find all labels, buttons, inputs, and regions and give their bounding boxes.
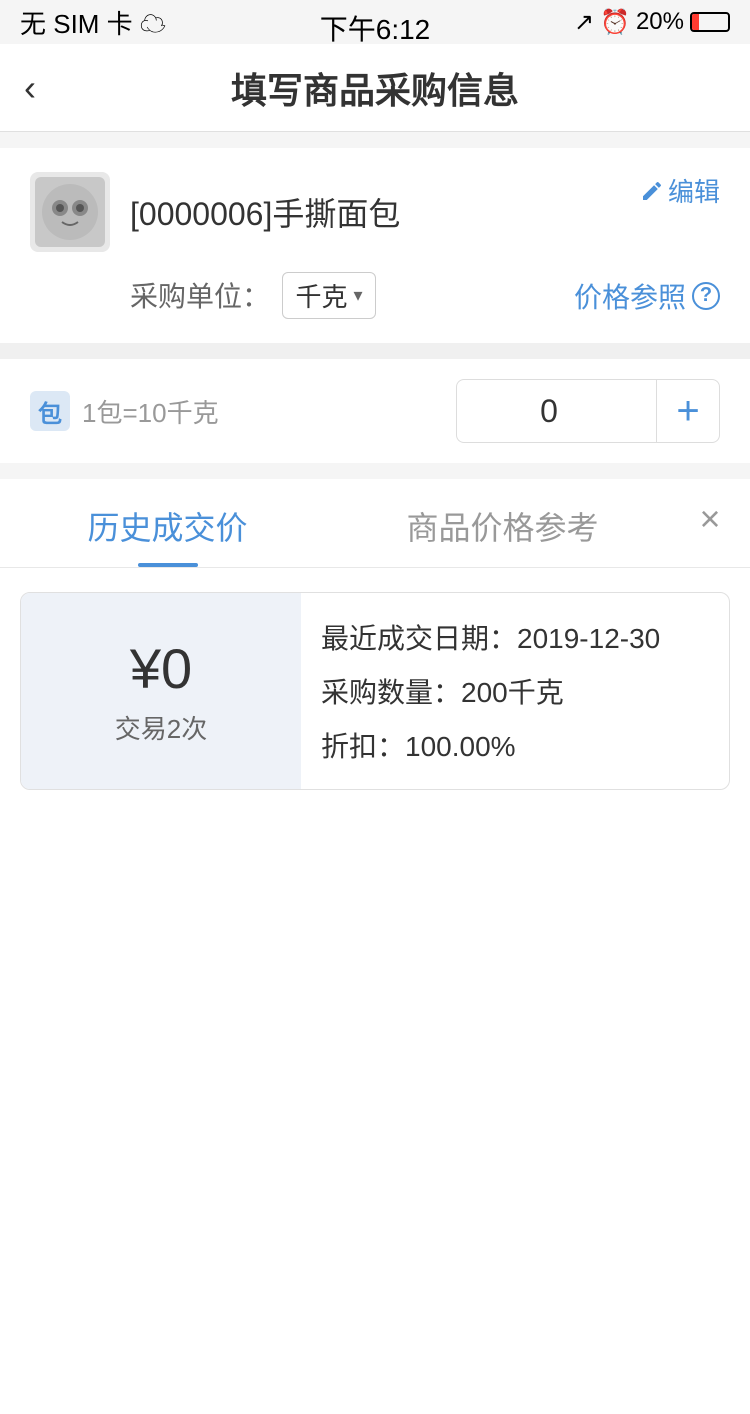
battery-percent: 20% [636,8,684,36]
product-card: [0000006]手撕面包 编辑 采购单位： 千克 ▾ 价格参照 ? [0,148,750,343]
unit-value: 千克 [295,277,347,314]
quantity-row: 包 1包=10千克 + [0,359,750,463]
status-bar: 无 SIM 卡 ☁ 下午6:12 ↗ ⏰ 20% [0,0,750,44]
battery-indicator [690,12,730,32]
quantity-unit: 包 1包=10千克 [30,391,219,431]
price-display: ¥0 [130,636,192,701]
price-ref-help-icon: ? [692,282,720,310]
quantity-input-wrap: + [456,379,720,443]
nav-bar: ‹ 填写商品采购信息 [0,44,750,132]
discount-value: 100.00% [405,731,516,762]
quantity-plus-button[interactable]: + [656,379,720,443]
unit-conversion: 1包=10千克 [82,393,219,430]
unit-dropdown-arrow: ▾ [353,285,362,306]
discount-row: 折扣：100.00% [321,725,709,765]
status-right: ↗ ⏰ 20% [574,8,730,37]
unit-label: 采购单位： [130,281,270,312]
price-currency: ¥ [130,637,161,700]
price-ref-label: 价格参照 [574,276,686,316]
history-content: ¥0 交易2次 最近成交日期：2019-12-30 采购数量：200千克 折扣：… [0,568,750,814]
edit-label: 编辑 [668,172,720,209]
tabs-header: 历史成交价 商品价格参考 × [0,479,750,568]
unit-box-icon: 包 [30,391,70,431]
quantity-row-detail: 采购数量：200千克 [321,671,709,711]
status-time: 下午6:12 [320,8,431,48]
product-unit-row: 采购单位： 千克 ▾ 价格参照 ? [130,272,720,319]
price-card: ¥0 交易2次 最近成交日期：2019-12-30 采购数量：200千克 折扣：… [20,592,730,790]
quantity-detail-label: 采购数量： [321,677,461,708]
back-button[interactable]: ‹ [24,67,36,109]
bottom-space [0,814,750,1414]
price-times: 交易2次 [115,709,207,746]
recent-date-value: 2019-12-30 [517,623,660,654]
unit-selector[interactable]: 千克 ▾ [282,272,375,319]
divider [0,343,750,359]
unit-section: 采购单位： 千克 ▾ [130,272,376,319]
product-left: [0000006]手撕面包 [30,172,400,252]
location-icon: ↗ [574,8,594,37]
product-name: [0000006]手撕面包 [130,189,400,235]
tab-history-price[interactable]: 历史成交价 [0,479,335,567]
recent-date-label: 最近成交日期： [321,623,517,654]
product-image [30,172,110,252]
discount-label: 折扣： [321,731,405,762]
quantity-input[interactable] [456,379,656,443]
page-title: 填写商品采购信息 [231,62,519,114]
quantity-detail-value: 200千克 [461,677,564,708]
product-thumbnail [35,177,105,247]
price-card-left: ¥0 交易2次 [21,593,301,789]
price-reference-button[interactable]: 价格参照 ? [574,276,720,316]
tabs-section: 历史成交价 商品价格参考 × ¥0 交易2次 最近成交日期：2019-12-30… [0,479,750,814]
tab-product-price-ref[interactable]: 商品价格参考 [335,479,670,567]
status-left: 无 SIM 卡 ☁ [20,4,166,41]
edit-button[interactable]: 编辑 [640,172,720,209]
recent-date-row: 最近成交日期：2019-12-30 [321,617,709,657]
tabs-close-button[interactable]: × [670,498,750,548]
product-top: [0000006]手撕面包 编辑 [30,172,720,252]
price-amount: 0 [161,637,192,700]
alarm-icon: ⏰ [600,8,630,37]
price-card-right: 最近成交日期：2019-12-30 采购数量：200千克 折扣：100.00% [301,593,729,789]
